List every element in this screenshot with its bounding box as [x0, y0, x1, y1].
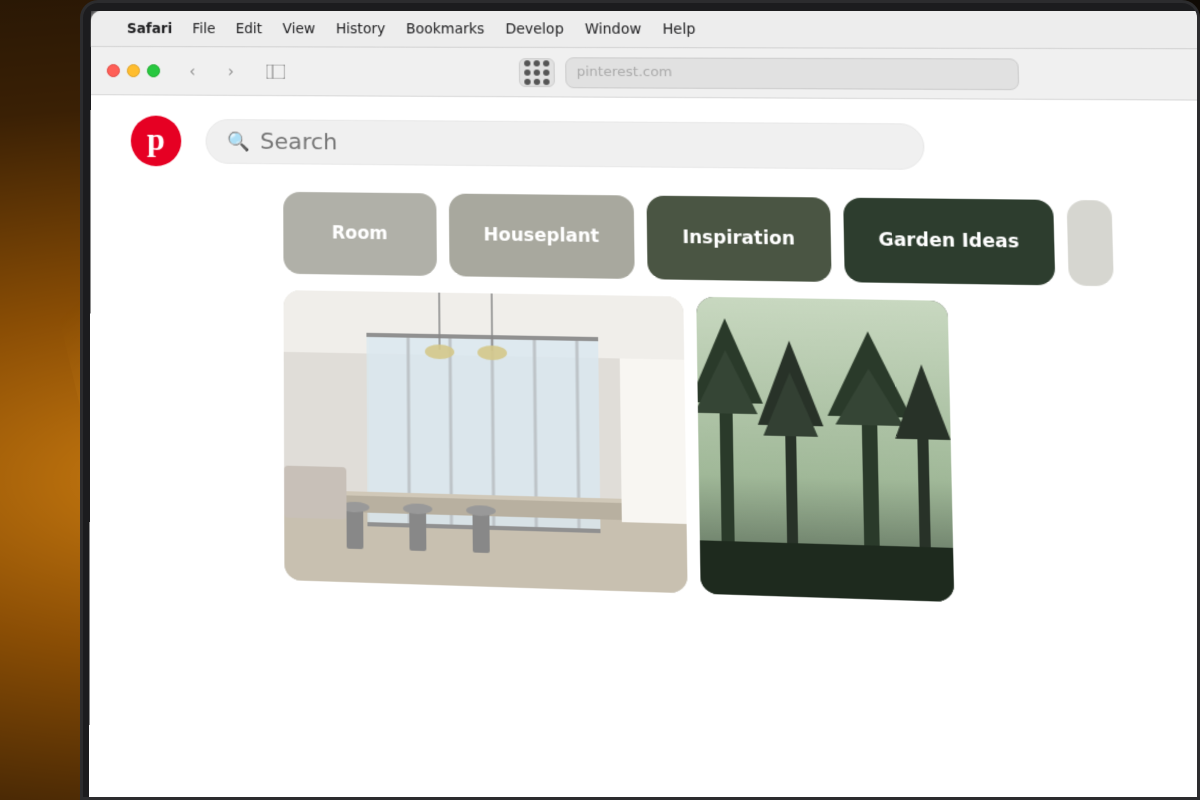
pinterest-header: p 🔍 Search — [91, 95, 1200, 193]
maximize-button[interactable] — [147, 64, 160, 77]
search-icon: 🔍 — [227, 131, 250, 153]
svg-text:p: p — [147, 122, 165, 158]
back-icon: ‹ — [189, 62, 195, 80]
pinterest-logo[interactable]: p — [131, 115, 181, 166]
tab-grid-button[interactable] — [519, 58, 555, 87]
category-room[interactable]: Room — [283, 192, 437, 276]
traffic-lights — [107, 64, 160, 77]
edit-menu[interactable]: Edit — [236, 21, 263, 37]
bookmarks-menu[interactable]: Bookmarks — [406, 21, 485, 37]
screen-bezel: Safari File Edit View History Bookmarks … — [80, 0, 1200, 800]
close-button[interactable] — [107, 64, 120, 77]
category-room-label: Room — [332, 223, 388, 244]
address-bar[interactable]: pinterest.com — [565, 57, 1020, 90]
category-inspiration-label: Inspiration — [682, 227, 795, 249]
category-row: Room Houseplant Inspiration Garden Ideas — [90, 182, 1200, 306]
browser-content: p 🔍 Search Room Houseplant — [89, 95, 1200, 800]
sidebar-icon — [266, 64, 284, 78]
address-text: pinterest.com — [577, 65, 673, 81]
back-button[interactable]: ‹ — [178, 57, 206, 85]
menubar: Safari File Edit View History Bookmarks … — [91, 11, 1200, 49]
category-garden-label: Garden Ideas — [878, 230, 1019, 253]
room-scene — [284, 290, 688, 593]
develop-menu[interactable]: Develop — [505, 21, 564, 37]
minimize-button[interactable] — [127, 64, 140, 77]
grid-card-dark[interactable] — [696, 297, 954, 602]
help-menu[interactable]: Help — [662, 21, 695, 38]
grid-card-interior[interactable] — [284, 290, 688, 593]
screen-inner: Safari File Edit View History Bookmarks … — [89, 11, 1200, 800]
category-more[interactable] — [1067, 200, 1114, 286]
category-houseplant-label: Houseplant — [483, 225, 599, 247]
search-placeholder: Search — [260, 129, 338, 155]
laptop-frame: Safari File Edit View History Bookmarks … — [80, 0, 1200, 800]
forward-icon: › — [228, 62, 234, 80]
file-menu[interactable]: File — [192, 21, 215, 37]
forward-button[interactable]: › — [217, 57, 245, 85]
category-garden[interactable]: Garden Ideas — [843, 198, 1055, 286]
window-menu[interactable]: Window — [585, 21, 642, 38]
category-inspiration[interactable]: Inspiration — [646, 196, 831, 282]
safari-menu[interactable]: Safari — [127, 21, 172, 37]
sidebar-toggle[interactable] — [259, 57, 292, 85]
pinterest-grid — [90, 287, 1200, 613]
history-menu[interactable]: History — [336, 21, 386, 37]
grid-dots-icon — [524, 60, 550, 85]
view-menu[interactable]: View — [283, 21, 316, 37]
browser-toolbar: ‹ › — [91, 47, 1200, 101]
category-houseplant[interactable]: Houseplant — [449, 194, 635, 279]
search-bar[interactable]: 🔍 Search — [206, 119, 925, 170]
